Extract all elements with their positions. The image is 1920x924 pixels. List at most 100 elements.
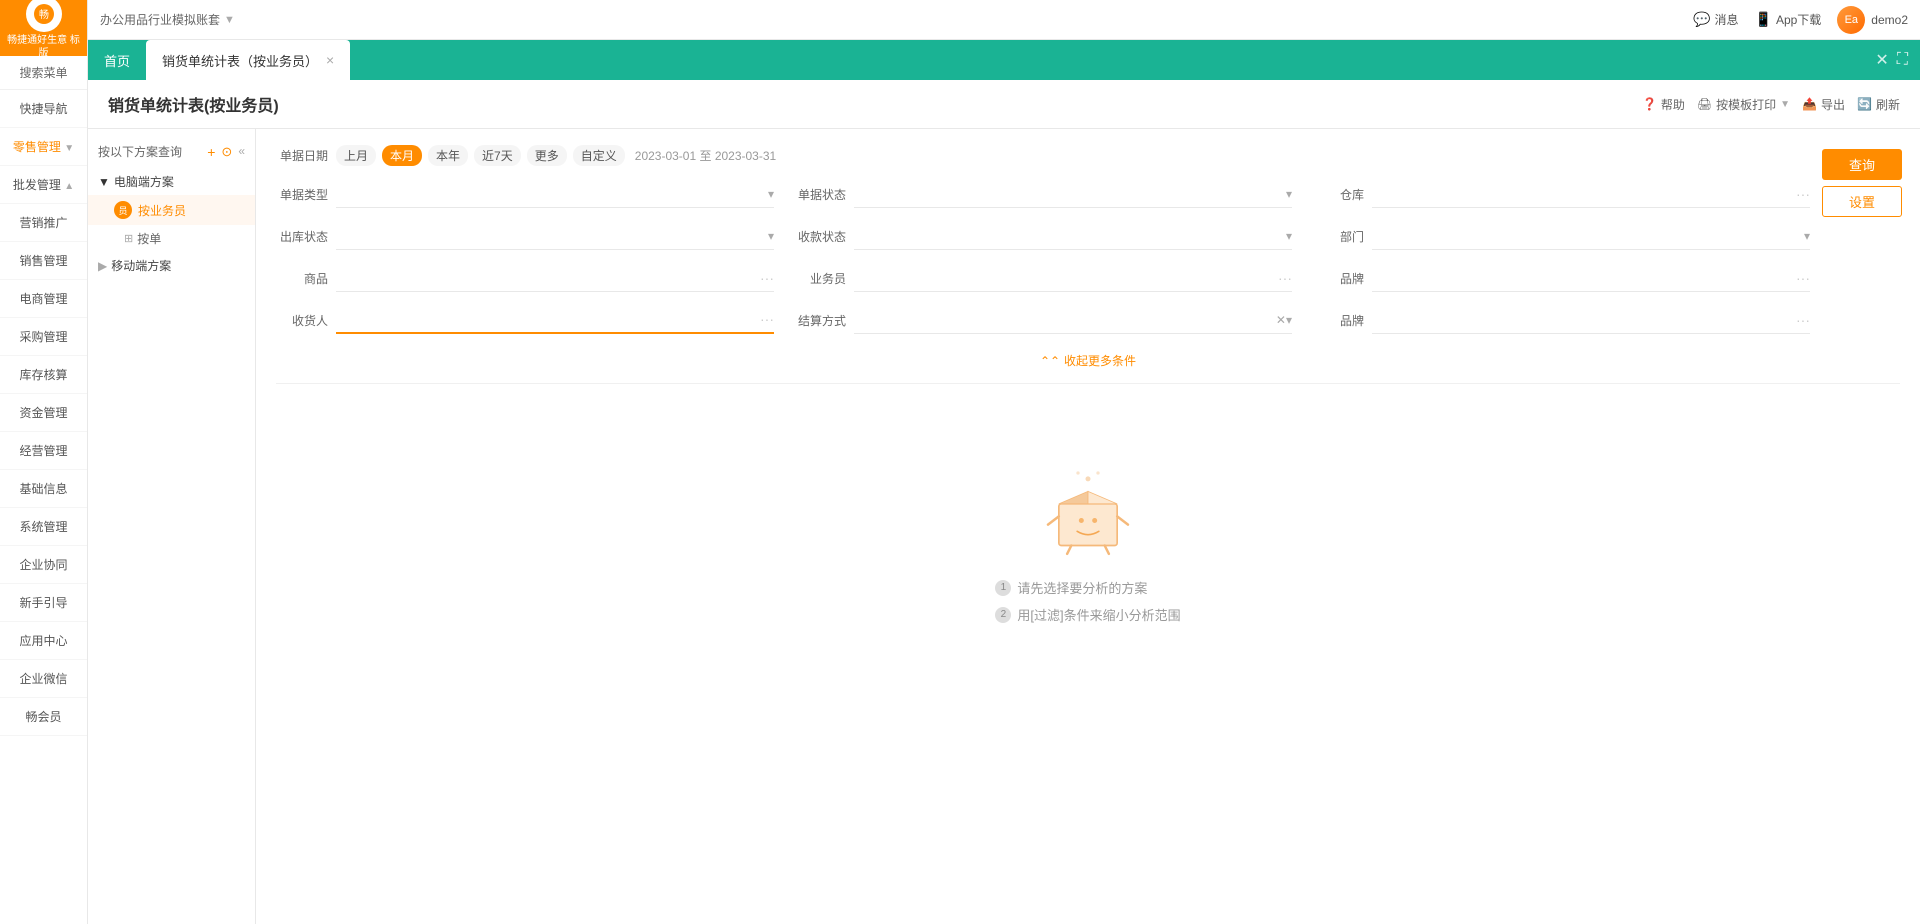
consignee-input[interactable]: ···: [336, 306, 774, 334]
refresh-label: 刷新: [1876, 96, 1900, 113]
help-btn[interactable]: ❓ 帮助: [1642, 96, 1685, 113]
collapse-label: 收起更多条件: [1064, 352, 1136, 369]
tab-close-icon[interactable]: ×: [326, 52, 334, 68]
brand-dots-icon[interactable]: ···: [1796, 270, 1810, 286]
scheme-group-mobile-header[interactable]: ▶ 移动端方案: [88, 252, 255, 279]
page-content: 销货单统计表(按业务员) ❓ 帮助 🖨 按模板打印 ▼ 📤 导出 🔄 刷新: [88, 80, 1920, 924]
message-btn[interactable]: 💬 消息: [1693, 11, 1738, 28]
sidebar-item-sales[interactable]: 销售管理: [0, 242, 87, 280]
sidebar-item-member[interactable]: 畅会员: [0, 698, 87, 736]
sidebar-item-shortcuts[interactable]: 快捷导航: [0, 90, 87, 128]
date-last7-btn[interactable]: 近7天: [474, 145, 521, 166]
warehouse-input[interactable]: ···: [1372, 180, 1810, 208]
sidebar-item-purchase[interactable]: 采购管理: [0, 318, 87, 356]
dept-input[interactable]: ▾: [1372, 222, 1810, 250]
warehouse-dots-icon[interactable]: ···: [1796, 186, 1810, 202]
avatar[interactable]: Ea: [1837, 6, 1865, 34]
app-logo[interactable]: 畅 畅捷通好生意 标版: [0, 0, 87, 56]
doc-status-arrow-icon[interactable]: ▾: [1286, 187, 1292, 201]
filter-dept: 部门 ▾: [1312, 222, 1810, 250]
sidebar-item-appcenter[interactable]: 应用中心: [0, 622, 87, 660]
export-label: 导出: [1821, 96, 1845, 113]
sidebar-item-wechat[interactable]: 企业微信: [0, 660, 87, 698]
sidebar-item-ecommerce[interactable]: 电商管理: [0, 280, 87, 318]
sidebar-search[interactable]: 搜索菜单: [0, 56, 87, 90]
settlement-label: 结算方式: [794, 312, 854, 329]
print-btn[interactable]: 🖨 按模板打印 ▼: [1697, 96, 1790, 113]
scheme-panel-header: 按以下方案查询 + ⊙ «: [88, 139, 255, 168]
salesperson-input[interactable]: ···: [854, 264, 1292, 292]
date-last-month-btn[interactable]: 上月: [336, 145, 376, 166]
tab-sales-stat[interactable]: 销货单统计表（按业务员） ×: [146, 40, 350, 80]
date-this-month-btn[interactable]: 本月: [382, 145, 422, 166]
scheme-group-mobile-arrow-icon: ▶: [98, 259, 107, 273]
scheme-sub-item-by-order[interactable]: ⊞ 按单: [88, 225, 255, 252]
doc-type-label: 单据类型: [276, 186, 336, 203]
doc-type-input[interactable]: ▾: [336, 180, 774, 208]
sidebar-item-operation[interactable]: 经营管理: [0, 432, 87, 470]
date-this-year-btn[interactable]: 本年: [428, 145, 468, 166]
sidebar-item-marketing[interactable]: 营销推广: [0, 204, 87, 242]
tab-home[interactable]: 首页: [88, 40, 146, 80]
sidebar-item-retail[interactable]: 零售管理 ▼: [0, 128, 87, 166]
sidebar-item-basic[interactable]: 基础信息: [0, 470, 87, 508]
empty-tips: 1 请先选择要分析的方案 2 用[过滤]条件来缩小分析范围: [995, 578, 1180, 632]
doc-status-input[interactable]: ▾: [854, 180, 1292, 208]
scheme-edit-icon[interactable]: ⊙: [221, 144, 232, 160]
filter-warehouse: 仓库 ···: [1312, 180, 1810, 208]
empty-tip-2: 2 用[过滤]条件来缩小分析范围: [995, 605, 1180, 624]
doc-type-arrow-icon[interactable]: ▾: [768, 187, 774, 201]
sidebar-item-finance[interactable]: 资金管理: [0, 394, 87, 432]
salesperson-dots-icon[interactable]: ···: [1278, 270, 1292, 286]
sidebar-item-newcomer[interactable]: 新手引导: [0, 584, 87, 622]
tab-sales-stat-label: 销货单统计表（按业务员）: [162, 51, 318, 70]
refresh-btn[interactable]: 🔄 刷新: [1857, 96, 1900, 113]
filter-fields-area: 单据日期 上月 本月 本年 近7天 更多 自定义 2023-03-01 至 20…: [276, 145, 1810, 348]
main-area: 办公用品行业模拟账套 ▼ 💬 消息 📱 App下载 Ea demo2 首页 销货…: [88, 0, 1920, 924]
export-btn[interactable]: 📤 导出: [1802, 96, 1845, 113]
date-filter-group: 上月 本月 本年 近7天 更多 自定义 2023-03-01 至 2023-03…: [336, 145, 1810, 166]
collapse-conditions-btn[interactable]: ⌃⌃ 收起更多条件: [276, 352, 1900, 369]
scheme-collapse-icon[interactable]: «: [238, 144, 245, 160]
collapse-up-icon: ⌃⌃: [1040, 354, 1060, 368]
scheme-group-pc-header[interactable]: ▼ 电脑端方案: [88, 168, 255, 195]
consignee-dots-icon[interactable]: ···: [760, 311, 774, 327]
goods-dots-icon[interactable]: ···: [760, 270, 774, 286]
filter-action-col: 查询 设置: [1810, 145, 1900, 348]
settlement-arrow-icon[interactable]: ▾: [1286, 313, 1292, 327]
filter-salesperson: 业务员 ···: [794, 264, 1292, 292]
brand2-dots-icon[interactable]: ···: [1796, 312, 1810, 328]
delivery-arrow-icon[interactable]: ▾: [768, 229, 774, 243]
payment-arrow-icon[interactable]: ▾: [1286, 229, 1292, 243]
brand2-input[interactable]: ···: [1372, 306, 1810, 334]
account-selector[interactable]: 办公用品行业模拟账套 ▼: [100, 11, 235, 28]
settings-button[interactable]: 设置: [1822, 186, 1902, 217]
sidebar-item-system[interactable]: 系统管理: [0, 508, 87, 546]
query-button[interactable]: 查询: [1822, 149, 1902, 180]
brand-input[interactable]: ···: [1372, 264, 1810, 292]
sidebar-item-wholesale[interactable]: 批发管理 ▲: [0, 166, 87, 204]
topbar-right: 💬 消息 📱 App下载 Ea demo2: [1693, 6, 1908, 34]
goods-input[interactable]: ···: [336, 264, 774, 292]
settlement-clear-icon[interactable]: ✕: [1276, 313, 1286, 327]
sidebar-item-inventory[interactable]: 库存核算: [0, 356, 87, 394]
app-download-btn[interactable]: 📱 App下载: [1755, 11, 1822, 28]
settlement-input[interactable]: ✕ ▾: [854, 306, 1292, 334]
filter-payment: 收款状态 ▾: [794, 222, 1292, 250]
scheme-item-by-salesperson[interactable]: 员 按业务员: [88, 195, 255, 225]
filter-row-5: 收货人 ··· 结算方式: [276, 306, 1810, 334]
payment-input[interactable]: ▾: [854, 222, 1292, 250]
date-more-btn[interactable]: 更多: [527, 145, 567, 166]
user-area[interactable]: Ea demo2: [1837, 6, 1908, 34]
scheme-add-icon[interactable]: +: [207, 144, 215, 160]
sidebar-item-enterprise[interactable]: 企业协同: [0, 546, 87, 584]
scheme-group-pc-label: 电脑端方案: [114, 173, 174, 190]
refresh-icon: 🔄: [1857, 97, 1872, 111]
scheme-group-pc: ▼ 电脑端方案 员 按业务员 ⊞ 按单: [88, 168, 255, 252]
delivery-input[interactable]: ▾: [336, 222, 774, 250]
dept-label: 部门: [1312, 228, 1372, 245]
filter-row-3: 出库状态 ▾ 收款状态: [276, 222, 1810, 250]
date-custom-btn[interactable]: 自定义: [573, 145, 625, 166]
close-window-icon[interactable]: ✕: [1875, 50, 1888, 70]
maximize-icon[interactable]: ⛶: [1897, 51, 1908, 69]
